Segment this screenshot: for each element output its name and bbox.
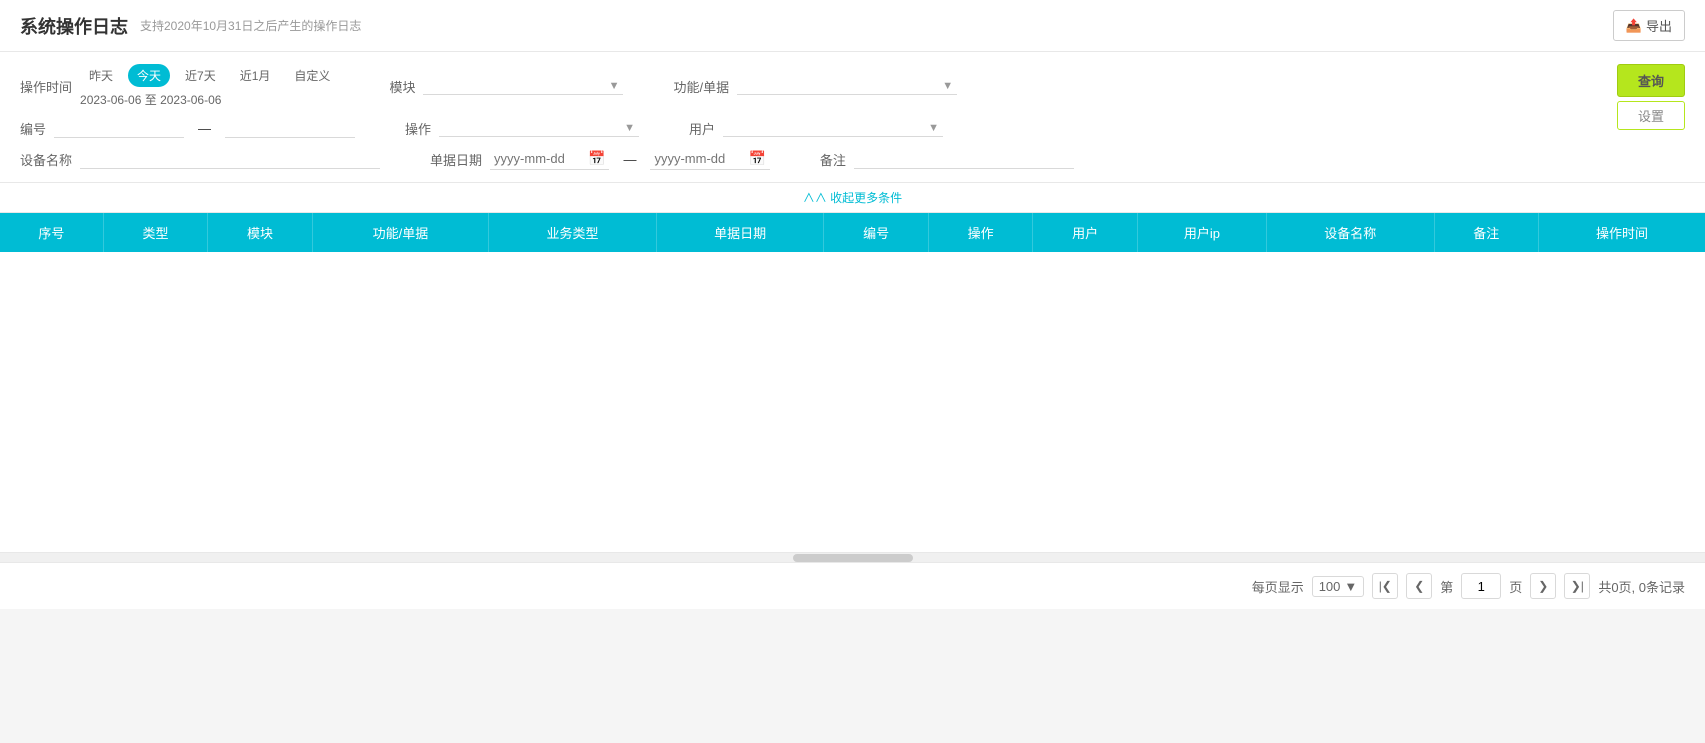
time-btn-7days[interactable]: 近7天 (176, 64, 225, 87)
header-left: 系统操作日志 支持2020年10月31日之后产生的操作日志 (20, 13, 361, 39)
time-btn-custom[interactable]: 自定义 (285, 64, 339, 87)
time-filter-block: 昨天 今天 近7天 近1月 自定义 2023-06-06 至 2023-06-0… (80, 64, 339, 108)
filter-user: 用户 ▼ (689, 119, 943, 138)
voucher-date-end-group: 📅 (650, 148, 769, 170)
empty-area (0, 252, 1705, 552)
col-number: 编号 (824, 213, 928, 252)
function-select[interactable]: ▼ (737, 78, 957, 95)
device-label: 设备名称 (20, 150, 72, 169)
number-label: 编号 (20, 119, 46, 138)
filter-function: 功能/单据 ▼ (673, 77, 957, 96)
action-buttons: 查询 设置 (1617, 64, 1685, 130)
page-subtitle: 支持2020年10月31日之后产生的操作日志 (140, 17, 361, 34)
export-button[interactable]: 📤 导出 (1613, 10, 1685, 41)
collapse-bar[interactable]: ∧∧ 收起更多条件 (0, 183, 1705, 213)
export-icon: 📤 (1626, 18, 1642, 34)
per-page-label: 每页显示 (1252, 577, 1304, 596)
filter-wrapper: 操作时间 昨天 今天 近7天 近1月 自定义 2023-06-06 至 2023… (20, 64, 1685, 170)
page-label: 第 (1440, 577, 1453, 596)
time-btn-today[interactable]: 今天 (128, 64, 170, 87)
page-title: 系统操作日志 (20, 13, 128, 39)
col-device-name: 设备名称 (1266, 213, 1434, 252)
table-header: 序号 类型 模块 功能/单据 业务类型 单据日期 编号 操作 用户 用户ip 设… (0, 213, 1705, 252)
filter-number: 编号 — (20, 118, 355, 138)
page-input[interactable] (1461, 573, 1501, 599)
col-user: 用户 (1033, 213, 1137, 252)
col-remark: 备注 (1434, 213, 1538, 252)
filter-row-1: 操作时间 昨天 今天 近7天 近1月 自定义 2023-06-06 至 2023… (20, 64, 1617, 108)
operation-select[interactable]: ▼ (439, 120, 639, 137)
voucher-date-separator: — (623, 152, 636, 167)
number-input-start[interactable] (54, 118, 184, 138)
module-label: 模块 (389, 77, 415, 96)
module-select[interactable]: ▼ (423, 78, 623, 95)
voucher-date-start[interactable] (494, 151, 584, 166)
filter-panel: 操作时间 昨天 今天 近7天 近1月 自定义 2023-06-06 至 2023… (0, 52, 1705, 183)
voucher-date-end[interactable] (654, 151, 744, 166)
prev-page-button[interactable]: ❮ (1406, 573, 1432, 599)
scroll-thumb[interactable] (793, 554, 913, 562)
col-operation: 操作 (928, 213, 1032, 252)
page-unit: 页 (1509, 577, 1522, 596)
pagination: 每页显示 100 ▼ |❮ ❮ 第 页 ❯ ❯| 共0页, 0条记录 (0, 562, 1705, 609)
collapse-up-icon: ∧∧ (803, 191, 827, 205)
filter-remark: 备注 (820, 149, 1074, 169)
module-dropdown-icon: ▼ (609, 80, 620, 92)
total-info: 共0页, 0条记录 (1598, 577, 1685, 596)
filter-row-2: 编号 — 操作 ▼ 用户 (20, 118, 1617, 138)
function-dropdown-icon: ▼ (942, 80, 953, 92)
voucher-date-label: 单据日期 (430, 150, 482, 169)
time-filter: 昨天 今天 近7天 近1月 自定义 (80, 64, 339, 87)
time-btn-yesterday[interactable]: 昨天 (80, 64, 122, 87)
scroll-bar-area[interactable] (0, 552, 1705, 562)
filter-module: 模块 ▼ (389, 77, 623, 96)
export-label: 导出 (1646, 16, 1672, 35)
filter-operation: 操作 ▼ (405, 119, 639, 138)
table-header-row: 序号 类型 模块 功能/单据 业务类型 单据日期 编号 操作 用户 用户ip 设… (0, 213, 1705, 252)
col-business-type: 业务类型 (489, 213, 657, 252)
last-page-button[interactable]: ❯| (1564, 573, 1590, 599)
filter-voucher-date: 单据日期 📅 — 📅 (430, 148, 770, 170)
number-separator: — (198, 121, 211, 136)
number-input-end[interactable] (225, 118, 355, 138)
function-label: 功能/单据 (673, 77, 729, 96)
col-function: 功能/单据 (312, 213, 488, 252)
operation-dropdown-icon: ▼ (624, 122, 635, 134)
calendar-end-icon[interactable]: 📅 (748, 150, 765, 167)
remark-label: 备注 (820, 150, 846, 169)
col-type: 类型 (103, 213, 207, 252)
remark-input[interactable] (854, 149, 1074, 169)
date-range-display: 2023-06-06 至 2023-06-06 (80, 91, 339, 108)
page-size-value: 100 (1319, 579, 1341, 594)
table-container: 序号 类型 模块 功能/单据 业务类型 单据日期 编号 操作 用户 用户ip 设… (0, 213, 1705, 552)
query-button[interactable]: 查询 (1617, 64, 1685, 97)
data-table: 序号 类型 模块 功能/单据 业务类型 单据日期 编号 操作 用户 用户ip 设… (0, 213, 1705, 252)
device-input[interactable] (80, 149, 380, 169)
col-voucher-date: 单据日期 (656, 213, 824, 252)
user-dropdown-icon: ▼ (928, 122, 939, 134)
user-label: 用户 (689, 119, 715, 138)
filter-row-3: 设备名称 单据日期 📅 — 📅 (20, 148, 1617, 170)
collapse-label: 收起更多条件 (830, 191, 902, 205)
voucher-date-start-group: 📅 (490, 148, 609, 170)
first-page-button[interactable]: |❮ (1372, 573, 1398, 599)
col-user-ip: 用户ip (1137, 213, 1266, 252)
filter-operation-time: 操作时间 昨天 今天 近7天 近1月 自定义 2023-06-06 至 2023… (20, 64, 339, 108)
col-index: 序号 (0, 213, 103, 252)
time-btn-1month[interactable]: 近1月 (231, 64, 280, 87)
filter-columns: 操作时间 昨天 今天 近7天 近1月 自定义 2023-06-06 至 2023… (20, 64, 1617, 170)
page-size-select[interactable]: 100 ▼ (1312, 576, 1365, 597)
col-module: 模块 (208, 213, 312, 252)
operation-label: 操作 (405, 119, 431, 138)
calendar-start-icon[interactable]: 📅 (588, 150, 605, 167)
user-select[interactable]: ▼ (723, 120, 943, 137)
next-page-button[interactable]: ❯ (1530, 573, 1556, 599)
page-header: 系统操作日志 支持2020年10月31日之后产生的操作日志 📤 导出 (0, 0, 1705, 52)
page-size-arrow: ▼ (1344, 579, 1357, 594)
col-operation-time: 操作时间 (1539, 213, 1705, 252)
filter-device: 设备名称 (20, 149, 380, 169)
operation-time-label: 操作时间 (20, 77, 72, 96)
settings-button[interactable]: 设置 (1617, 101, 1685, 130)
